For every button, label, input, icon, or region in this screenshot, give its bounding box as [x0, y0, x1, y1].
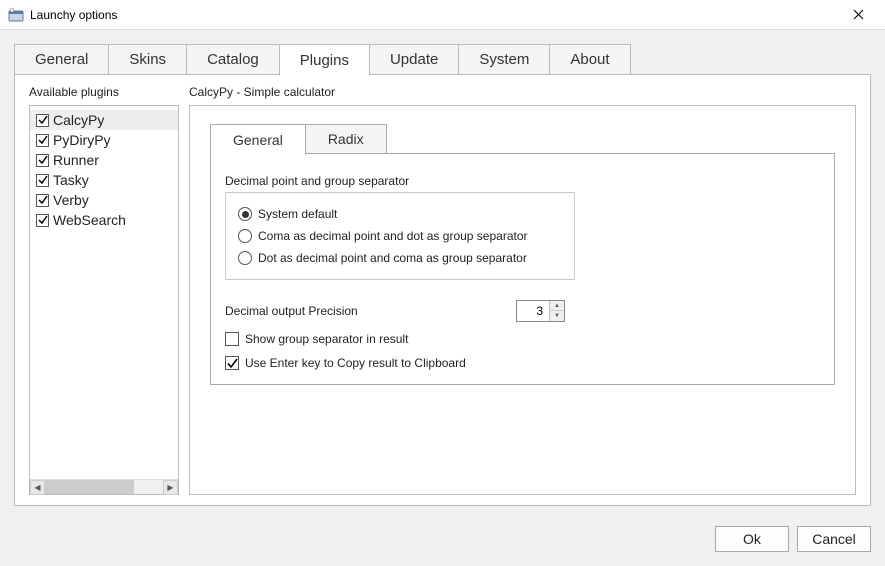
list-item[interactable]: WebSearch: [30, 210, 178, 230]
sub-tab-general[interactable]: General: [210, 124, 306, 155]
sub-tabs: General Radix: [210, 124, 835, 154]
radio-dot-dec[interactable]: Dot as decimal point and coma as group s…: [238, 247, 562, 269]
scroll-track[interactable]: [45, 480, 163, 494]
main-tabs: General Skins Catalog Plugins Update Sys…: [14, 44, 871, 75]
available-plugins-label: Available plugins: [29, 85, 179, 99]
plugin-checkbox[interactable]: [36, 134, 49, 147]
separator-group-label: Decimal point and group separator: [225, 174, 820, 188]
plugin-name: Verby: [53, 192, 89, 208]
spinner-down-icon[interactable]: ▼: [550, 311, 564, 321]
ok-button[interactable]: Ok: [715, 526, 789, 552]
tab-catalog[interactable]: Catalog: [186, 44, 280, 75]
list-item[interactable]: Tasky: [30, 170, 178, 190]
spinner-up-icon[interactable]: ▲: [550, 301, 564, 311]
show-group-label: Show group separator in result: [245, 332, 408, 346]
scroll-right-icon[interactable]: ▶: [163, 480, 178, 495]
plugin-checkbox[interactable]: [36, 154, 49, 167]
enter-copy-checkbox-row[interactable]: Use Enter key to Copy result to Clipboar…: [225, 356, 820, 370]
plugins-panel: Available plugins CalcyPy PyDiryPy Runne…: [14, 74, 871, 506]
tab-system[interactable]: System: [458, 44, 550, 75]
scroll-left-icon[interactable]: ◀: [30, 480, 45, 495]
plugin-checkbox[interactable]: [36, 194, 49, 207]
horizontal-scrollbar[interactable]: ◀ ▶: [30, 479, 178, 494]
enter-copy-label: Use Enter key to Copy result to Clipboar…: [245, 356, 466, 370]
show-group-checkbox-row[interactable]: Show group separator in result: [225, 332, 820, 346]
plugin-detail-box: General Radix Decimal point and group se…: [189, 105, 856, 495]
radio-label: Dot as decimal point and coma as group s…: [258, 251, 527, 265]
plugin-name: PyDiryPy: [53, 132, 111, 148]
radio-icon[interactable]: [238, 251, 252, 265]
separator-radio-group: System default Coma as decimal point and…: [225, 192, 575, 280]
tab-general[interactable]: General: [14, 44, 109, 75]
plugin-checkbox[interactable]: [36, 214, 49, 227]
window-title: Launchy options: [30, 8, 835, 22]
radio-system-default[interactable]: System default: [238, 203, 562, 225]
plugin-name: Runner: [53, 152, 99, 168]
footer-buttons: Ok Cancel: [715, 526, 871, 552]
scroll-thumb[interactable]: [45, 480, 134, 494]
tab-update[interactable]: Update: [369, 44, 459, 75]
tab-about[interactable]: About: [549, 44, 630, 75]
radio-coma-dec[interactable]: Coma as decimal point and dot as group s…: [238, 225, 562, 247]
plugin-name: CalcyPy: [53, 112, 104, 128]
sub-tab-radix[interactable]: Radix: [305, 124, 387, 154]
plugin-name: Tasky: [53, 172, 89, 188]
precision-input[interactable]: [517, 301, 549, 321]
plugin-checkbox[interactable]: [36, 174, 49, 187]
sub-panel-general: Decimal point and group separator System…: [210, 153, 835, 385]
tab-skins[interactable]: Skins: [108, 44, 187, 75]
enter-copy-checkbox[interactable]: [225, 356, 239, 370]
radio-icon[interactable]: [238, 229, 252, 243]
radio-label: System default: [258, 207, 337, 221]
list-item[interactable]: PyDiryPy: [30, 130, 178, 150]
plugin-name: WebSearch: [53, 212, 126, 228]
radio-label: Coma as decimal point and dot as group s…: [258, 229, 528, 243]
list-item[interactable]: Runner: [30, 150, 178, 170]
plugin-detail-title: CalcyPy - Simple calculator: [189, 85, 856, 99]
precision-spinner[interactable]: ▲ ▼: [516, 300, 565, 322]
precision-label: Decimal output Precision: [225, 304, 516, 318]
list-item[interactable]: CalcyPy: [30, 110, 178, 130]
show-group-checkbox[interactable]: [225, 332, 239, 346]
tab-plugins[interactable]: Plugins: [279, 44, 370, 76]
close-button[interactable]: [835, 0, 881, 30]
radio-icon[interactable]: [238, 207, 252, 221]
app-icon: [8, 7, 24, 23]
cancel-button[interactable]: Cancel: [797, 526, 871, 552]
list-item[interactable]: Verby: [30, 190, 178, 210]
plugin-checkbox[interactable]: [36, 114, 49, 127]
titlebar: Launchy options: [0, 0, 885, 30]
plugin-list[interactable]: CalcyPy PyDiryPy Runner Tasky Verby: [29, 105, 179, 495]
